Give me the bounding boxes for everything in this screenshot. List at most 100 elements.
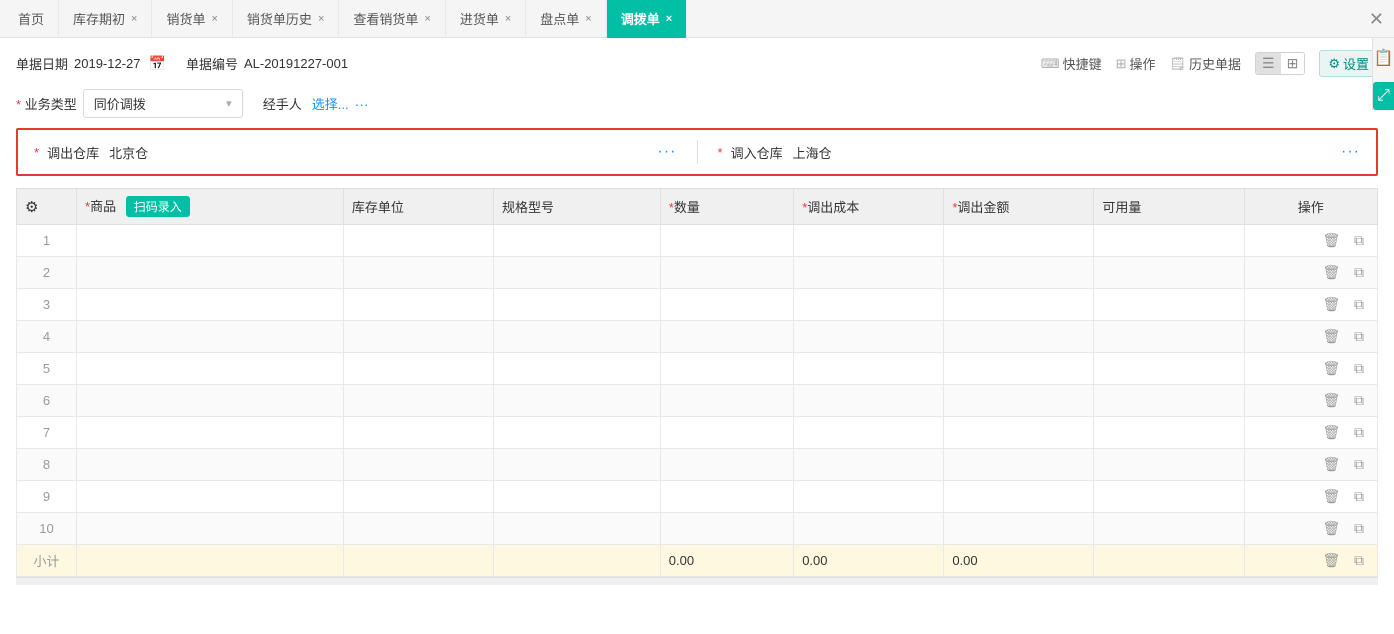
copy-row-button[interactable]: ⧉ bbox=[1349, 327, 1369, 347]
copy-row-button[interactable]: ⧉ bbox=[1349, 423, 1369, 443]
row-cost[interactable] bbox=[794, 321, 944, 353]
horizontal-scrollbar[interactable] bbox=[16, 577, 1378, 585]
row-qty[interactable] bbox=[660, 417, 793, 449]
tab-inventory-check-close[interactable]: × bbox=[585, 13, 591, 25]
copy-row-button[interactable]: ⧉ bbox=[1349, 231, 1369, 251]
delete-row-button[interactable]: 🗑 bbox=[1321, 519, 1341, 539]
row-cost[interactable] bbox=[794, 289, 944, 321]
delete-row-button[interactable]: 🗑 bbox=[1321, 551, 1341, 571]
row-qty[interactable] bbox=[660, 385, 793, 417]
layout-btn-list[interactable]: ☰ bbox=[1256, 53, 1281, 74]
manager-more-icon[interactable]: ··· bbox=[355, 96, 369, 112]
row-qty[interactable] bbox=[660, 481, 793, 513]
copy-row-button[interactable]: ⧉ bbox=[1349, 455, 1369, 475]
row-goods[interactable] bbox=[77, 481, 344, 513]
delete-row-button[interactable]: 🗑 bbox=[1321, 391, 1341, 411]
row-cost[interactable] bbox=[794, 449, 944, 481]
row-amount[interactable] bbox=[944, 225, 1094, 257]
tab-view-sales-close[interactable]: × bbox=[424, 13, 430, 25]
delete-row-button[interactable]: 🗑 bbox=[1321, 263, 1341, 283]
history-action[interactable]: 🗒 历史单据 bbox=[1170, 54, 1242, 73]
sidebar-note-icon[interactable]: 📋 bbox=[1374, 48, 1394, 68]
row-amount[interactable] bbox=[944, 321, 1094, 353]
row-qty[interactable] bbox=[660, 321, 793, 353]
delete-row-button[interactable]: 🗑 bbox=[1321, 231, 1341, 251]
row-qty[interactable] bbox=[660, 225, 793, 257]
row-qty[interactable] bbox=[660, 449, 793, 481]
row-goods[interactable] bbox=[77, 353, 344, 385]
sidebar-expand-icon[interactable]: ⤢ bbox=[1373, 82, 1394, 110]
business-type-select[interactable]: 同价调拨 ▾ bbox=[83, 89, 243, 118]
calendar-icon[interactable]: 📅 bbox=[149, 55, 166, 72]
row-cost[interactable] bbox=[794, 225, 944, 257]
row-cost[interactable] bbox=[794, 417, 944, 449]
tab-purchase-order[interactable]: 进货单 × bbox=[446, 0, 526, 38]
close-window-button[interactable]: ✕ bbox=[1369, 0, 1384, 38]
tab-sales-order[interactable]: 销货单 × bbox=[152, 0, 232, 38]
warehouse-in-more-icon[interactable]: ··· bbox=[1341, 143, 1360, 161]
copy-row-button[interactable]: ⧉ bbox=[1349, 295, 1369, 315]
row-qty[interactable] bbox=[660, 257, 793, 289]
row-goods[interactable] bbox=[77, 257, 344, 289]
row-cost[interactable] bbox=[794, 353, 944, 385]
tab-inventory-init-close[interactable]: × bbox=[131, 13, 137, 25]
tab-transfer-order[interactable]: 调拨单 × bbox=[607, 0, 687, 38]
copy-row-button[interactable]: ⧉ bbox=[1349, 487, 1369, 507]
row-num: 4 bbox=[17, 321, 77, 353]
col-header-gear[interactable]: ⚙ bbox=[17, 189, 77, 225]
row-goods[interactable] bbox=[77, 385, 344, 417]
row-goods[interactable] bbox=[77, 321, 344, 353]
delete-row-button[interactable]: 🗑 bbox=[1321, 455, 1341, 475]
row-qty[interactable] bbox=[660, 353, 793, 385]
delete-row-button[interactable]: 🗑 bbox=[1321, 359, 1341, 379]
layout-btn-grid[interactable]: ⊞ bbox=[1281, 53, 1305, 74]
tab-home[interactable]: 首页 bbox=[8, 0, 59, 38]
business-type-field: * 业务类型 同价调拨 ▾ bbox=[16, 89, 243, 118]
row-amount[interactable] bbox=[944, 289, 1094, 321]
warehouse-out-more-icon[interactable]: ··· bbox=[658, 143, 677, 161]
row-goods[interactable] bbox=[77, 225, 344, 257]
scan-button[interactable]: 扫码录入 bbox=[126, 196, 190, 217]
row-cost[interactable] bbox=[794, 257, 944, 289]
row-amount[interactable] bbox=[944, 449, 1094, 481]
row-amount[interactable] bbox=[944, 385, 1094, 417]
row-goods[interactable] bbox=[77, 513, 344, 545]
doc-value: AL-20191227-001 bbox=[244, 56, 348, 71]
tab-purchase-order-close[interactable]: × bbox=[505, 13, 511, 25]
tab-sales-history-close[interactable]: × bbox=[318, 13, 324, 25]
delete-row-button[interactable]: 🗑 bbox=[1321, 295, 1341, 315]
copy-row-button[interactable]: ⧉ bbox=[1349, 519, 1369, 539]
row-amount[interactable] bbox=[944, 513, 1094, 545]
row-amount[interactable] bbox=[944, 481, 1094, 513]
tab-sales-history[interactable]: 销货单历史 × bbox=[233, 0, 339, 38]
row-goods[interactable] bbox=[77, 417, 344, 449]
tab-transfer-order-close[interactable]: × bbox=[666, 13, 672, 25]
layout-buttons: ☰ ⊞ bbox=[1255, 52, 1305, 75]
row-goods[interactable] bbox=[77, 545, 344, 577]
row-cost[interactable] bbox=[794, 385, 944, 417]
delete-row-button[interactable]: 🗑 bbox=[1321, 487, 1341, 507]
row-cost[interactable] bbox=[794, 513, 944, 545]
operations-action[interactable]: ⊞ 操作 bbox=[1116, 54, 1156, 73]
tab-inventory-check[interactable]: 盘点单 × bbox=[526, 0, 606, 38]
row-cost[interactable] bbox=[794, 481, 944, 513]
row-goods[interactable] bbox=[77, 289, 344, 321]
row-qty[interactable] bbox=[660, 289, 793, 321]
row-amount[interactable] bbox=[944, 257, 1094, 289]
shortcuts-action[interactable]: ⌨ 快捷键 bbox=[1041, 54, 1102, 73]
row-goods[interactable] bbox=[77, 449, 344, 481]
delete-row-button[interactable]: 🗑 bbox=[1321, 423, 1341, 443]
copy-row-button[interactable]: ⧉ bbox=[1349, 391, 1369, 411]
copy-row-button[interactable]: ⧉ bbox=[1349, 263, 1369, 283]
tab-view-sales[interactable]: 查看销货单 × bbox=[339, 0, 445, 38]
tab-inventory-init[interactable]: 库存期初 × bbox=[59, 0, 152, 38]
tab-sales-order-close[interactable]: × bbox=[211, 13, 217, 25]
copy-row-button[interactable]: ⧉ bbox=[1349, 551, 1369, 571]
delete-row-button[interactable]: 🗑 bbox=[1321, 327, 1341, 347]
row-amount[interactable] bbox=[944, 417, 1094, 449]
manager-select-placeholder[interactable]: 选择... bbox=[312, 94, 349, 113]
copy-row-button[interactable]: ⧉ bbox=[1349, 359, 1369, 379]
row-qty[interactable] bbox=[660, 513, 793, 545]
settings-button[interactable]: ⚙ 设置 bbox=[1319, 50, 1378, 77]
row-amount[interactable] bbox=[944, 353, 1094, 385]
